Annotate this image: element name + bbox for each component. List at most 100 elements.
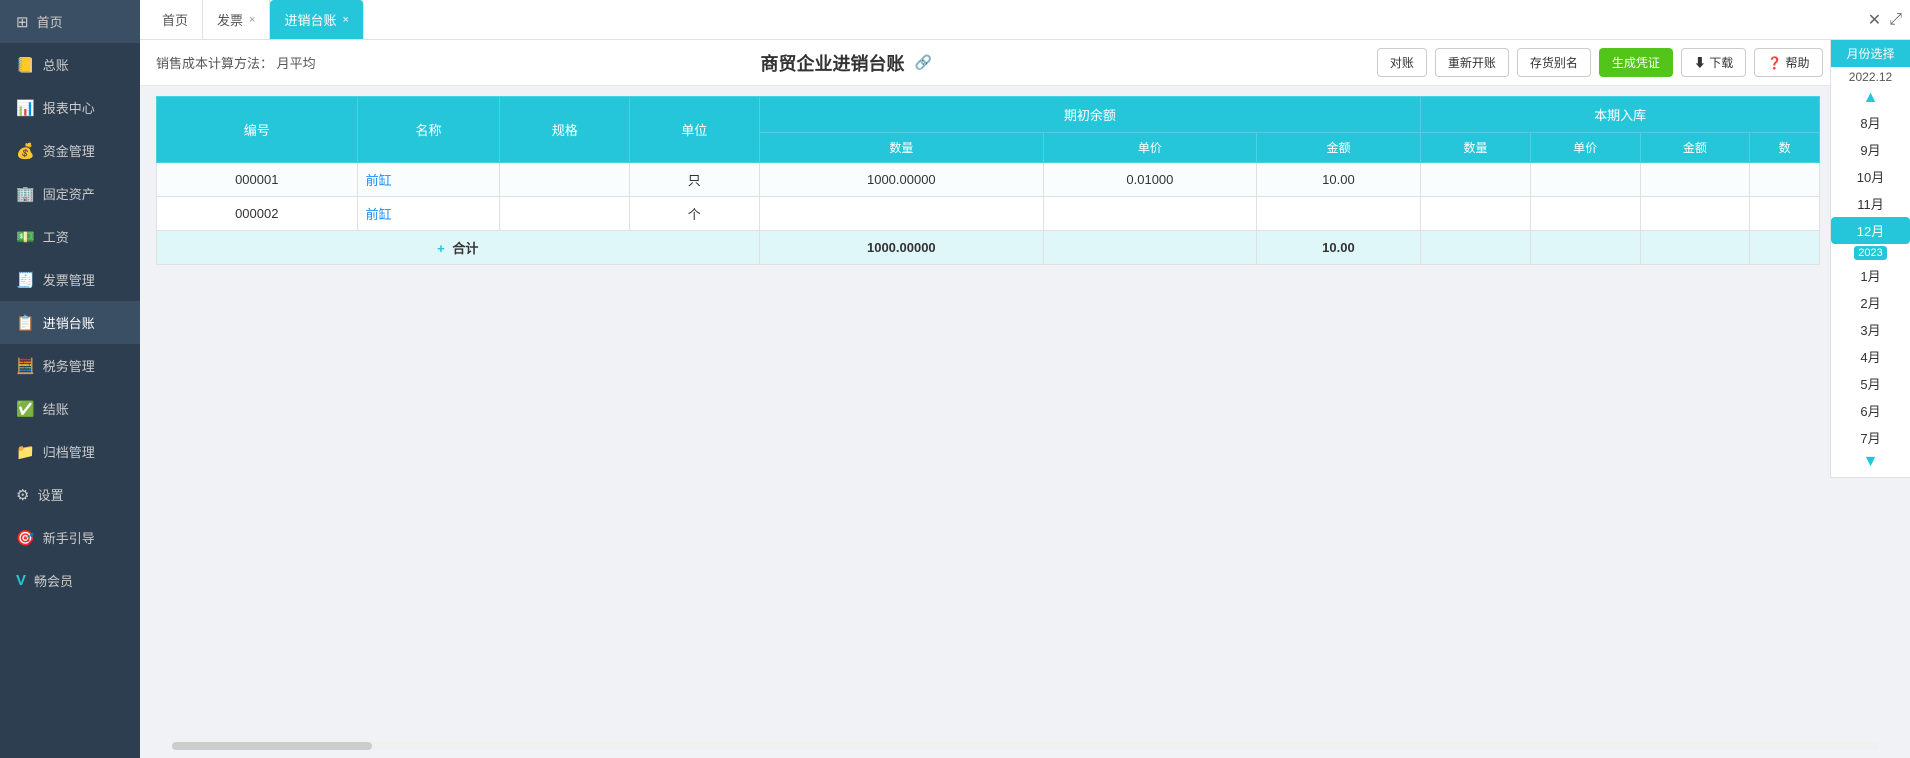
sidebar-item-settle[interactable]: ✅ 结账 [0,387,140,430]
total-price-in [1530,231,1640,265]
tab-bar: 首页 发票 × 进销台账 × ✕ ⤢ [140,0,1910,40]
month-4[interactable]: 4月 [1831,343,1910,370]
sidebar-item-reports[interactable]: 📊 报表中心 [0,86,140,129]
month-12[interactable]: 12月 [1831,217,1910,244]
sidebar-item-label: 归档管理 [43,442,95,461]
cell-price-init [1044,197,1257,231]
guide-icon: 🎯 [16,529,35,547]
tab-invoice-label: 发票 [217,10,243,29]
settings-icon: ⚙ [16,486,29,504]
cell-id: 000002 [157,197,358,231]
sidebar-item-label: 进销台账 [43,313,95,332]
sidebar-item-label: 报表中心 [43,98,95,117]
download-icon: ⬇ [1694,56,1706,70]
archive-icon: 📁 [16,443,35,461]
col-header-extra: 数 [1750,133,1820,163]
scrollbar-area[interactable] [140,738,1910,758]
cell-spec [500,163,630,197]
col-header-benqi: 本期入库 [1421,97,1820,133]
month-1[interactable]: 1月 [1831,262,1910,289]
toolbar-buttons: 对账 重新开账 存货别名 生成凭证 ⬇ 下载 ❓ 帮助 ↻ 刷新 [1377,48,1894,77]
month-11[interactable]: 11月 [1831,190,1910,217]
window-close-button[interactable]: ✕ [1868,10,1881,30]
month-scroll-down[interactable]: ▼ [1863,451,1879,473]
year-2022-label: 2022.12 [1849,67,1892,87]
tab-invoice[interactable]: 发票 × [203,0,270,39]
sidebar-item-label: 固定资产 [43,184,95,203]
sidebar-item-label: 税务管理 [43,356,95,375]
month-scroll-up[interactable]: ▲ [1863,87,1879,109]
tab-jinxiao[interactable]: 进销台账 × [270,0,363,39]
sidebar-item-label: 设置 [37,485,63,504]
month-2[interactable]: 2月 [1831,289,1910,316]
sidebar-item-ledger[interactable]: 📒 总账 [0,43,140,86]
tab-invoice-close[interactable]: × [249,14,255,26]
sidebar-item-assets[interactable]: 🏢 固定资产 [0,172,140,215]
cell-unit: 个 [629,197,759,231]
sidebar-item-invoice[interactable]: 🧾 发票管理 [0,258,140,301]
cell-qty-in [1421,163,1531,197]
month-panel: 月份选择 2022.12 ▲ 8月 9月 10月 11月 12月 2023 1月… [1830,40,1910,478]
help-icon: ❓ [1767,56,1782,70]
cell-price-init: 0.01000 [1044,163,1257,197]
month-5[interactable]: 5月 [1831,370,1910,397]
col-header-unit: 单位 [629,97,759,163]
cell-extra [1750,163,1820,197]
month-10[interactable]: 10月 [1831,163,1910,190]
total-extra [1750,231,1820,265]
sidebar-item-jinxiao[interactable]: 📋 进销台账 [0,301,140,344]
top-bar: 销售成本计算方法： 月平均 商贸企业进销台账 🔗 对账 重新开账 存货别名 生成… [140,40,1910,86]
tab-jinxiao-label: 进销台账 [284,10,336,29]
tab-home-label: 首页 [162,10,188,29]
sidebar-item-vip[interactable]: V 畅会员 [0,559,140,602]
cost-method-info: 销售成本计算方法： 月平均 [156,53,316,72]
cell-amount-in [1640,163,1750,197]
sidebar-item-label: 畅会员 [34,571,73,590]
cell-amount-in [1640,197,1750,231]
tax-icon: 🧮 [16,357,35,375]
cell-amount-init: 10.00 [1256,163,1421,197]
cost-method-label: 销售成本计算方法： [156,56,273,71]
month-9[interactable]: 9月 [1831,136,1910,163]
sidebar-item-archive[interactable]: 📁 归档管理 [0,430,140,473]
save-alias-button[interactable]: 存货别名 [1517,48,1591,77]
jinxiao-table: 编号 名称 规格 单位 期初余额 本期入库 数量 单价 金额 数量 单价 金额 [156,96,1820,265]
sidebar-item-label: 结账 [43,399,69,418]
table-wrapper: 编号 名称 规格 单位 期初余额 本期入库 数量 单价 金额 数量 单价 金额 [140,86,1910,738]
cell-unit: 只 [629,163,759,197]
cell-qty-init [759,197,1044,231]
col-header-id: 编号 [157,97,358,163]
cell-id: 000001 [157,163,358,197]
table-total-row: + 合计 1000.00000 10.00 [157,231,1820,265]
help-button[interactable]: ❓ 帮助 [1754,48,1822,77]
month-7[interactable]: 7月 [1831,424,1910,451]
month-6[interactable]: 6月 [1831,397,1910,424]
generate-button[interactable]: 生成凭证 [1599,48,1673,77]
total-price-init [1044,231,1257,265]
salary-icon: 💵 [16,228,35,246]
sidebar-item-salary[interactable]: 💵 工资 [0,215,140,258]
reports-icon: 📊 [16,99,35,117]
sidebar-item-tax[interactable]: 🧮 税务管理 [0,344,140,387]
ledger-icon: 📒 [16,56,35,74]
total-amount-init: 10.00 [1256,231,1421,265]
download-button[interactable]: ⬇ 下载 [1681,48,1746,77]
window-expand-button[interactable]: ⤢ [1889,11,1902,29]
sidebar-item-funds[interactable]: 💰 资金管理 [0,129,140,172]
col-header-qty-in: 数量 [1421,133,1531,163]
reopen-button[interactable]: 重新开账 [1435,48,1509,77]
funds-icon: 💰 [16,142,35,160]
cost-method-value: 月平均 [277,56,316,71]
month-8[interactable]: 8月 [1831,109,1910,136]
settle-icon: ✅ [16,400,35,418]
duizhang-button[interactable]: 对账 [1377,48,1427,77]
sidebar-item-settings[interactable]: ⚙ 设置 [0,473,140,516]
tab-jinxiao-close[interactable]: × [342,14,348,26]
sidebar-item-guide[interactable]: 🎯 新手引导 [0,516,140,559]
tab-home[interactable]: 首页 [148,0,203,39]
col-header-qichu: 期初余额 [759,97,1421,133]
total-icon: + [437,241,445,256]
title-link-icon[interactable]: 🔗 [915,54,932,71]
month-3[interactable]: 3月 [1831,316,1910,343]
sidebar-item-home[interactable]: ⊞ 首页 [0,0,140,43]
